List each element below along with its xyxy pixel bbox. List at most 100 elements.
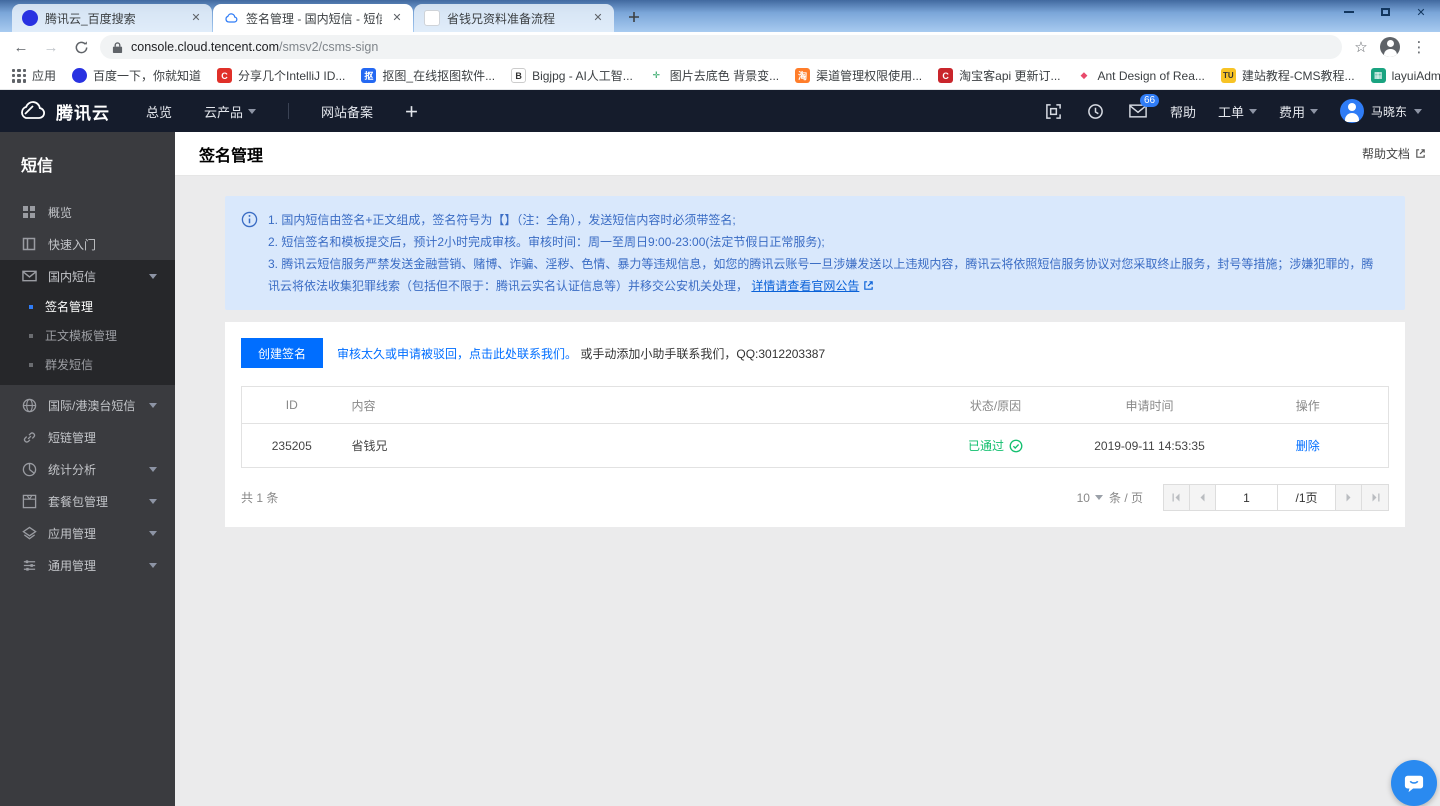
customer-service-chat-button[interactable]	[1391, 760, 1437, 806]
help-doc-link[interactable]: 帮助文档	[1362, 145, 1426, 162]
account-menu[interactable]: 马晓东	[1339, 99, 1422, 123]
sidebar-item-shortlink[interactable]: 短链管理	[0, 421, 175, 453]
tab-title: 签名管理 - 国内短信 - 短信 - 控...	[246, 11, 382, 26]
chevron-down-icon	[1248, 108, 1257, 114]
info-notice: 1. 国内短信由签名+正文组成，签名符号为【】（注：全角），发送短信内容时必须带…	[225, 196, 1405, 310]
divider	[288, 103, 290, 119]
sidebar-item-domestic-sms[interactable]: 国内短信	[0, 260, 175, 292]
nav-billing[interactable]: 费用	[1279, 102, 1318, 121]
contact-us-link[interactable]: 审核太久或申请被驳回，点击此处联系我们。	[337, 347, 577, 361]
sidebar-item-quickstart[interactable]: 快速入门	[0, 228, 175, 260]
sidebar-item-app-management[interactable]: 应用管理	[0, 517, 175, 549]
info-icon	[241, 211, 258, 228]
sidebar-item-bulk-sms[interactable]: 群发短信	[0, 350, 175, 379]
forward-icon[interactable]: →	[40, 36, 62, 58]
create-signature-button[interactable]: 创建签名	[241, 338, 324, 368]
sidebar-title: 短信	[21, 158, 54, 175]
guide-icon	[21, 236, 37, 252]
sidebar-item-international-sms[interactable]: 国际/港澳台短信	[0, 389, 175, 421]
bookmark-item[interactable]: 百度一下，你就知道	[72, 67, 201, 84]
chevron-down-icon	[149, 273, 157, 279]
first-page-button[interactable]	[1164, 485, 1190, 510]
link-icon	[21, 429, 37, 445]
total-count: 共 1 条	[241, 491, 279, 505]
sidebar-item-signature-management[interactable]: 签名管理	[0, 292, 175, 321]
col-header-apply-time: 申请时间	[1071, 386, 1228, 424]
nav-add-shortcut[interactable]	[405, 105, 418, 118]
bookmark-item[interactable]: 抠 抠图_在线抠图软件...	[361, 67, 495, 84]
tab-close-icon[interactable]: ✕	[389, 10, 405, 26]
window-minimize-button[interactable]	[1338, 5, 1360, 19]
lock-icon	[112, 41, 123, 53]
chevron-down-icon	[149, 466, 157, 472]
bookmark-item[interactable]: ◆ Ant Design of Rea...	[1076, 68, 1205, 83]
sidebar: 短信 概览 快速入门 国内短信 签名管理 正文模板管理 群发短信 国际/港澳台短…	[0, 132, 175, 806]
qrcode-console-icon[interactable]	[1044, 101, 1064, 121]
announcement-link[interactable]: 详情请查看官网公告	[751, 279, 859, 293]
browser-tab-baidu[interactable]: 腾讯云_百度搜索 ✕	[12, 4, 212, 32]
reload-icon[interactable]	[70, 36, 92, 58]
prev-page-button[interactable]	[1190, 485, 1216, 510]
bookmark-item[interactable]: 淘 渠道管理权限使用...	[795, 67, 922, 84]
tab-close-icon[interactable]: ✕	[590, 10, 606, 26]
package-icon	[21, 493, 37, 509]
nav-ticket[interactable]: 工单	[1218, 102, 1257, 121]
delete-link[interactable]: 删除	[1296, 439, 1320, 453]
nav-products[interactable]: 云产品	[204, 102, 257, 121]
sidebar-item-package-management[interactable]: 套餐包管理	[0, 485, 175, 517]
tab-title: 腾讯云_百度搜索	[45, 11, 136, 26]
plus-icon	[406, 105, 417, 117]
messages-icon[interactable]: 66	[1128, 94, 1160, 121]
cell-status: 已通过	[920, 424, 1072, 468]
browser-profile-avatar[interactable]	[1380, 37, 1400, 57]
page-size-select[interactable]: 10	[1077, 491, 1103, 505]
notice-line-2: 2. 短信签名和模板提交后，预计2小时完成审核。审核时间：周一至周日9:00-2…	[268, 235, 825, 249]
bookmark-item[interactable]: ✛ 图片去底色 背景变...	[648, 67, 779, 84]
table-header-row: ID 内容 状态/原因 申请时间 操作	[241, 386, 1389, 424]
browser-tab-sms-console[interactable]: 签名管理 - 国内短信 - 短信 - 控... ✕	[213, 4, 413, 32]
bookmark-item[interactable]: C 淘宝客api 更新订...	[938, 67, 1061, 84]
bookmark-item[interactable]: TU 建站教程-CMS教程...	[1220, 67, 1355, 84]
signature-table-card: 创建签名 审核太久或申请被驳回，点击此处联系我们。 或手动添加小助手联系我们，Q…	[225, 322, 1405, 527]
sliders-icon	[21, 557, 37, 573]
new-tab-button[interactable]	[621, 4, 647, 30]
external-link-icon	[863, 281, 873, 290]
bookmark-item[interactable]: B Bigjpg - AI人工智...	[511, 67, 633, 84]
sidebar-item-overview[interactable]: 概览	[0, 196, 175, 228]
bookmark-star-icon[interactable]: ☆	[1350, 36, 1372, 58]
back-icon[interactable]: ←	[10, 36, 32, 58]
username: 马晓东	[1370, 104, 1407, 119]
chevron-down-icon	[1414, 108, 1422, 114]
next-page-button[interactable]	[1336, 485, 1362, 510]
nav-overview[interactable]: 总览	[146, 102, 172, 121]
bullet-icon	[29, 362, 33, 367]
window-maximize-button[interactable]	[1374, 5, 1396, 19]
last-page-button[interactable]	[1362, 485, 1388, 510]
bookmark-item[interactable]: ▦ layuiAdmin - 通用...	[1370, 67, 1440, 84]
prev-page-icon	[1200, 493, 1205, 502]
window-close-button[interactable]: ✕	[1410, 5, 1432, 19]
apps-grid-icon	[12, 68, 26, 83]
tab-close-icon[interactable]: ✕	[188, 10, 204, 26]
page-number-input[interactable]	[1216, 485, 1278, 510]
bookmark-item[interactable]: C 分享几个IntelliJ ID...	[217, 67, 345, 84]
sidebar-item-general-management[interactable]: 通用管理	[0, 549, 175, 581]
address-bar[interactable]: console.cloud.tencent.com/smsv2/csms-sig…	[100, 35, 1342, 59]
bookmark-apps[interactable]: 应用	[12, 67, 56, 84]
history-clock-icon[interactable]	[1086, 101, 1106, 121]
tencent-cloud-logo[interactable]: 腾讯云	[18, 99, 110, 124]
remove-bg-favicon: ✛	[648, 68, 664, 83]
bookmarks-bar: 应用 百度一下，你就知道 C 分享几个IntelliJ ID... 抠 抠图_在…	[0, 62, 1440, 90]
brand-name: 腾讯云	[56, 103, 110, 123]
chevron-down-icon	[149, 402, 157, 408]
sidebar-item-template-management[interactable]: 正文模板管理	[0, 321, 175, 350]
browser-tab-doc[interactable]: 省钱兄资料准备流程 ✕	[414, 4, 614, 32]
browser-menu-icon[interactable]: ⋮	[1408, 36, 1430, 58]
sidebar-item-statistics[interactable]: 统计分析	[0, 453, 175, 485]
nav-beian[interactable]: 网站备案	[321, 102, 373, 121]
nav-help[interactable]: 帮助	[1170, 102, 1196, 121]
notice-line-3: 3. 腾讯云短信服务严禁发送金融营销、赌博、诈骗、淫秽、色情、暴力等违规信息，如…	[268, 257, 1374, 293]
cms-tutorial-favicon: TU	[1220, 68, 1236, 83]
console-top-nav: 腾讯云 总览 云产品 网站备案 66 帮助 工单 费用 马晓东	[0, 90, 1440, 132]
csdn-favicon: C	[217, 68, 233, 83]
